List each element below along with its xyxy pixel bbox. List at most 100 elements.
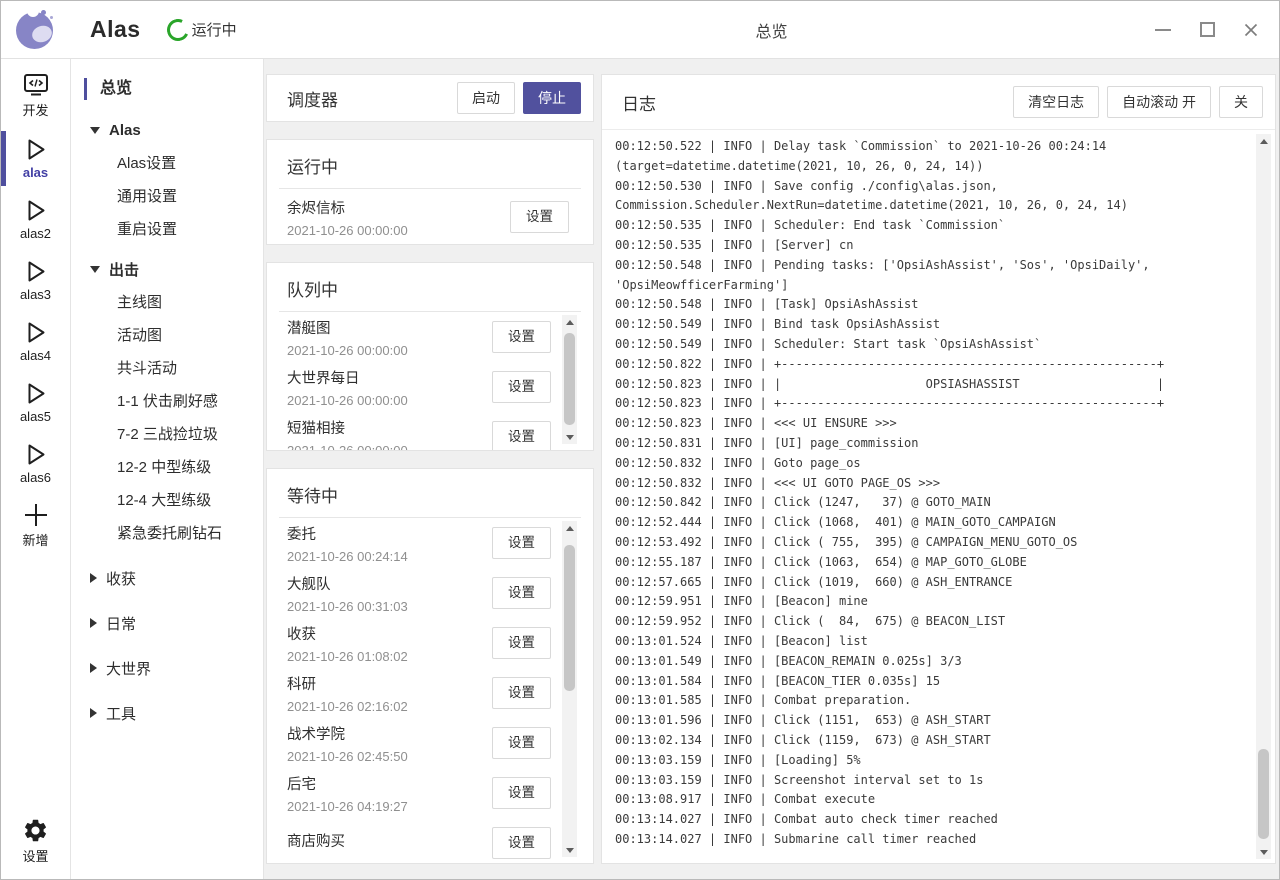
rail-instance-alas4[interactable]: alas4 (1, 311, 70, 372)
rail-item-dev[interactable]: 开发 (1, 65, 70, 128)
clear-log-button[interactable]: 清空日志 (1013, 86, 1099, 118)
task-time: 2021-10-26 02:16:02 (287, 699, 492, 714)
menu-item[interactable]: 通用设置 (71, 180, 263, 213)
waiting-scrollbar[interactable] (562, 521, 577, 857)
menu-group-label: 工具 (106, 703, 136, 724)
task-row: 商店购买 设置 (267, 818, 593, 864)
task-setting-button[interactable]: 设置 (492, 371, 551, 403)
pending-scrollbar[interactable] (562, 315, 577, 444)
rail-instance-alas[interactable]: alas (1, 128, 70, 189)
menu-item[interactable]: 共斗活动 (71, 352, 263, 385)
scroll-down-arrow[interactable] (562, 843, 577, 857)
scrollbar-thumb[interactable] (564, 333, 575, 425)
log-header: 日志 清空日志 自动滚动 开 关 (602, 75, 1275, 129)
menu-item[interactable]: 活动图 (71, 319, 263, 352)
task-name: 潜艇图 (287, 317, 492, 338)
menu-group-header[interactable]: 日常 (71, 606, 263, 640)
task-row: 战术学院 2021-10-26 02:45:50 设置 (267, 718, 593, 768)
menu-item[interactable]: 12-4 大型练级 (71, 484, 263, 517)
menu-item[interactable]: 主线图 (71, 286, 263, 319)
task-info: 大世界每日 2021-10-26 00:00:00 (287, 367, 492, 408)
rail-instance-alas5[interactable]: alas5 (1, 372, 70, 433)
task-info: 短猫相接 2021-10-26 00:00:00 (287, 417, 492, 452)
log-line: 00:12:50.522 | INFO | Delay task `Commis… (615, 137, 1245, 157)
task-setting-button[interactable]: 设置 (492, 777, 551, 809)
menu-item[interactable]: 1-1 伏击刷好感 (71, 385, 263, 418)
minimize-icon (1155, 29, 1171, 31)
task-row: 后宅 2021-10-26 04:19:27 设置 (267, 768, 593, 818)
log-line: 00:13:01.524 | INFO | [Beacon] list (615, 632, 1245, 652)
rail-instance-alas2[interactable]: alas2 (1, 189, 70, 250)
task-name: 大舰队 (287, 573, 492, 594)
maximize-button[interactable] (1189, 12, 1225, 48)
task-setting-button[interactable]: 设置 (492, 527, 551, 559)
menu-group-label: 出击 (109, 259, 139, 280)
menu-group-header[interactable]: 工具 (71, 696, 263, 730)
scroll-up-arrow[interactable] (562, 315, 577, 329)
scrollbar-thumb[interactable] (1258, 749, 1269, 839)
log-line: 00:12:50.548 | INFO | Pending tasks: ['O… (615, 256, 1245, 276)
app-window: Alas 运行中 总览 开发 (0, 0, 1280, 880)
task-setting-button[interactable]: 设置 (510, 201, 569, 233)
menu-item[interactable]: 重启设置 (71, 213, 263, 246)
status-indicator: 运行中 (167, 19, 237, 41)
rail-item-add[interactable]: 新增 (1, 494, 70, 558)
scheduler-start-button[interactable]: 启动 (457, 82, 515, 114)
task-info: 科研 2021-10-26 02:16:02 (287, 673, 492, 714)
task-info: 收获 2021-10-26 01:08:02 (287, 623, 492, 664)
task-time: 2021-10-26 04:19:27 (287, 799, 492, 814)
scroll-down-arrow[interactable] (1256, 845, 1271, 859)
task-setting-button[interactable]: 设置 (492, 321, 551, 353)
scheduler-title: 调度器 (287, 86, 449, 111)
task-row: 短猫相接 2021-10-26 00:00:00 设置 (267, 412, 593, 451)
task-time: 2021-10-26 00:00:00 (287, 443, 492, 452)
running-title: 运行中 (279, 140, 581, 189)
play-triangle-icon (22, 197, 49, 224)
rail-instance-label: alas4 (20, 348, 51, 363)
log-close-button[interactable]: 关 (1219, 86, 1263, 118)
task-setting-button[interactable]: 设置 (492, 677, 551, 709)
task-time: 2021-10-26 01:08:02 (287, 649, 492, 664)
menu-group-label: 日常 (106, 613, 136, 634)
rail-instance-alas6[interactable]: alas6 (1, 433, 70, 494)
task-name: 收获 (287, 623, 492, 644)
menu-item-overview[interactable]: 总览 (71, 71, 263, 107)
autoscroll-toggle-button[interactable]: 自动滚动 开 (1107, 86, 1211, 118)
task-setting-button[interactable]: 设置 (492, 727, 551, 759)
menu-item-label: 总览 (100, 80, 132, 97)
menu-item[interactable]: 12-2 中型练级 (71, 451, 263, 484)
task-setting-button[interactable]: 设置 (492, 421, 551, 451)
menu-group-label: Alas (109, 122, 141, 139)
menu-group-header[interactable]: Alas (71, 113, 263, 147)
scroll-up-arrow[interactable] (1256, 134, 1271, 148)
task-setting-button[interactable]: 设置 (492, 577, 551, 609)
log-scrollbar[interactable] (1256, 134, 1271, 859)
task-setting-button[interactable]: 设置 (492, 827, 551, 859)
log-body[interactable]: 00:12:50.522 | INFO | Delay task `Commis… (602, 129, 1275, 863)
rail-instance-alas3[interactable]: alas3 (1, 250, 70, 311)
menu-group-header[interactable]: 收获 (71, 561, 263, 595)
scheduler-stop-button[interactable]: 停止 (523, 82, 581, 114)
rail-instance-label: alas3 (20, 287, 51, 302)
scroll-down-arrow[interactable] (562, 430, 577, 444)
minimize-button[interactable] (1145, 12, 1181, 48)
close-button[interactable] (1233, 12, 1269, 48)
play-triangle-icon (22, 441, 49, 468)
task-name: 后宅 (287, 773, 492, 794)
scrollbar-thumb[interactable] (564, 545, 575, 691)
menu-group-header[interactable]: 出击 (71, 252, 263, 286)
log-line: Commission.Scheduler.NextRun=datetime.da… (615, 196, 1245, 216)
task-setting-button[interactable]: 设置 (492, 627, 551, 659)
scroll-up-arrow[interactable] (562, 521, 577, 535)
triangle-icon (90, 573, 97, 583)
task-info: 商店购买 (287, 830, 492, 856)
log-line: 00:12:50.549 | INFO | Bind task OpsiAshA… (615, 315, 1245, 335)
log-line: 00:12:59.951 | INFO | [Beacon] mine (615, 592, 1245, 612)
rail-item-settings[interactable]: 设置 (1, 809, 70, 879)
log-line: 00:12:53.492 | INFO | Click ( 755, 395) … (615, 533, 1245, 553)
log-line: 00:12:50.823 | INFO | | OPSIASHASSIST | (615, 375, 1245, 395)
menu-item[interactable]: Alas设置 (71, 147, 263, 180)
menu-item[interactable]: 7-2 三战捡垃圾 (71, 418, 263, 451)
menu-group-header[interactable]: 大世界 (71, 651, 263, 685)
menu-item[interactable]: 紧急委托刷钻石 (71, 517, 263, 550)
